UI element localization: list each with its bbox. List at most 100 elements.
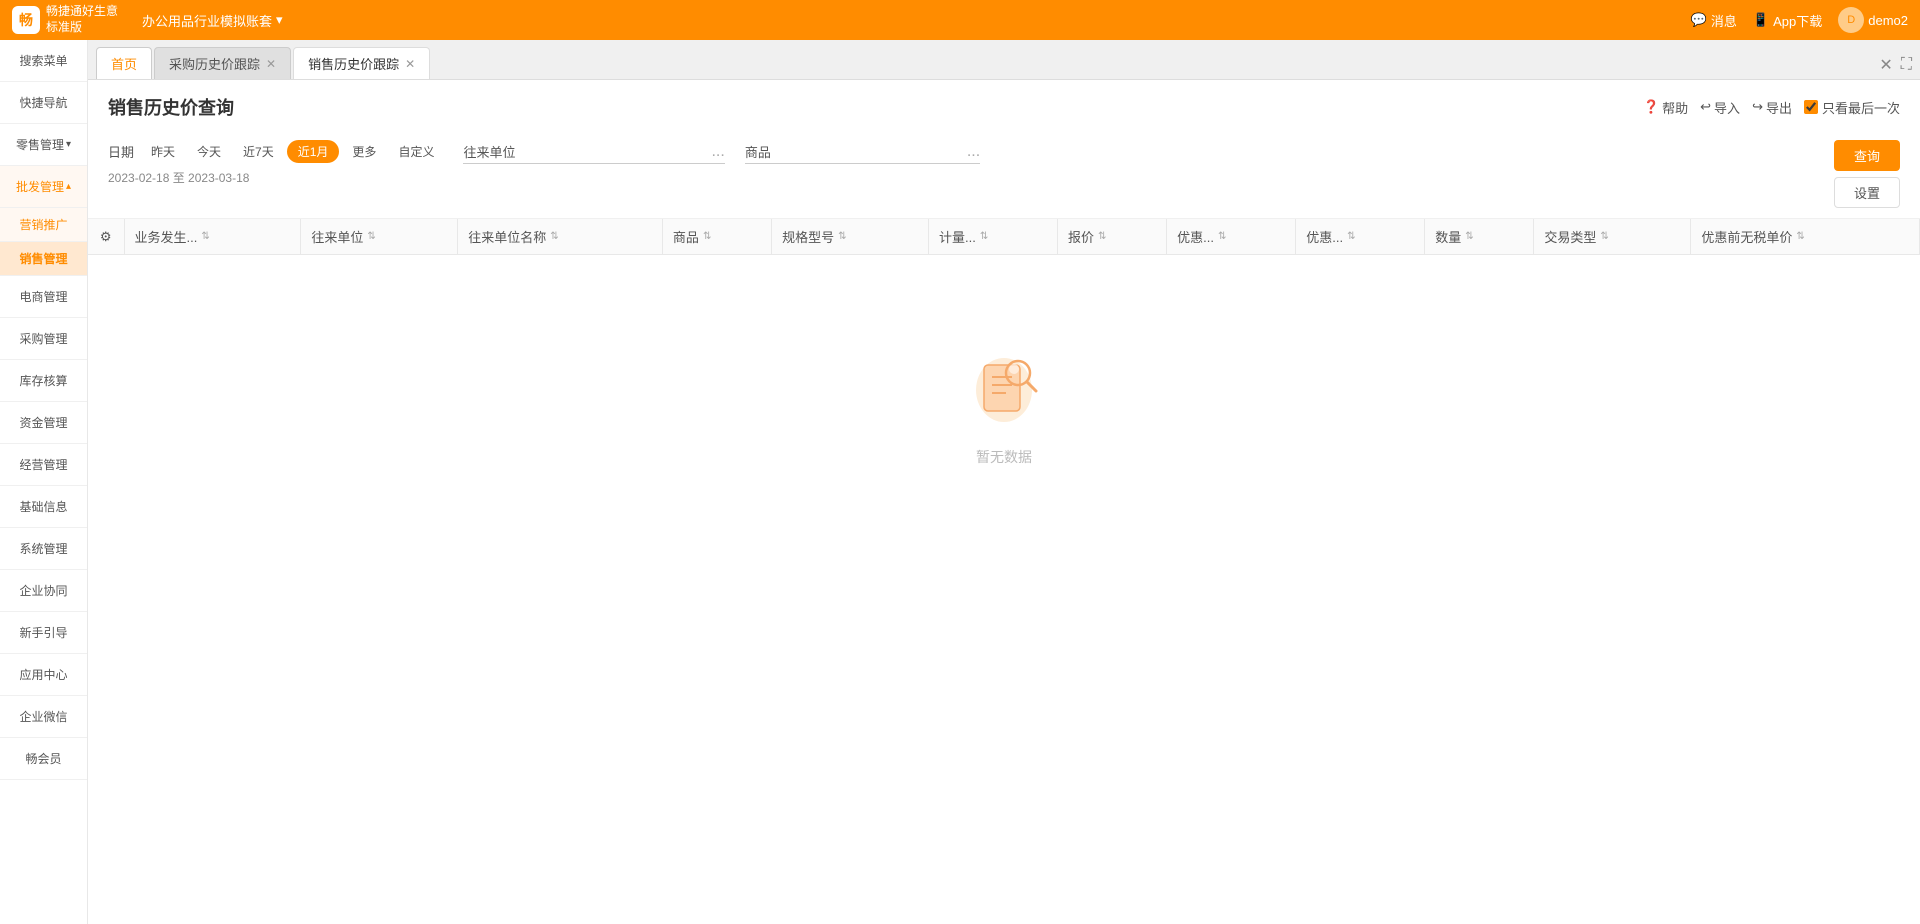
page-header-actions: ❓ 帮助 ↩ 导入 ↪ 导出 只看最后一次 [1643,98,1900,117]
sidebar-item-finance[interactable]: 资金管理 [0,402,87,444]
sort-icon: ⇅ [1098,231,1106,242]
data-table: ⚙ 业务发生... ⇅ 往来单位 [88,219,1920,255]
tab-home[interactable]: 首页 [96,47,152,79]
sidebar-item-sales-mgmt[interactable]: 销售管理 [0,242,87,276]
sidebar-item-inventory[interactable]: 库存核算 [0,360,87,402]
page-content: 销售历史价查询 ❓ 帮助 ↩ 导入 ↪ 导出 [88,80,1920,924]
partner-filter-label: 往来单位 [463,142,515,161]
main-layout: 搜索菜单 快捷导航 零售管理 ▾ 批发管理 ▴ 营销推广 销售管理 电商管理 采… [0,40,1920,924]
sidebar-item-quick-nav[interactable]: 快捷导航 [0,82,87,124]
date-filter-col: 日期 昨天 今天 近7天 近1月 更多 自定义 2023-02-18 至 202… [108,140,443,186]
sort-icon: ⇅ [201,231,209,242]
col-partner-code[interactable]: 往来单位 ⇅ [301,219,458,255]
tab-bar-actions: ✕ ⛶ [1879,55,1912,79]
col-quote[interactable]: 报价 ⇅ [1058,219,1167,255]
empty-state: 暂无数据 [88,255,1920,547]
col-goods[interactable]: 商品 ⇅ [662,219,771,255]
sidebar-item-retail[interactable]: 零售管理 ▾ [0,124,87,166]
col-qty[interactable]: 数量 ⇅ [1425,219,1534,255]
sidebar-item-corp-wechat[interactable]: 企业微信 [0,696,87,738]
settings-icon: ⚙ [100,229,112,244]
filter-row: 日期 昨天 今天 近7天 近1月 更多 自定义 2023-02-18 至 202… [88,130,1920,219]
sort-icon: ⇅ [1796,231,1804,242]
help-btn[interactable]: ❓ 帮助 [1643,98,1688,117]
sidebar-item-basic-info[interactable]: 基础信息 [0,486,87,528]
date-last1m-btn[interactable]: 近1月 [287,140,340,163]
goods-dots-btn[interactable]: ... [967,143,980,161]
app-download-btn[interactable]: 📱 App下载 [1753,11,1822,30]
date-more-btn[interactable]: 更多 [343,140,385,163]
col-discount1[interactable]: 优惠... ⇅ [1167,219,1296,255]
goods-filter-label: 商品 [745,142,771,161]
col-unit[interactable]: 计量... ⇅ [928,219,1057,255]
goods-filter: 商品 ... [745,140,980,164]
help-icon: ❓ [1643,99,1659,115]
col-trade-type[interactable]: 交易类型 ⇅ [1534,219,1691,255]
only-last-checkbox[interactable] [1804,100,1818,114]
logo-area: 畅 畅捷通好生意 标准版 [12,4,118,35]
sidebar-item-sys-mgmt[interactable]: 系统管理 [0,528,87,570]
chevron-up-icon: ▴ [66,181,71,192]
date-last7-btn[interactable]: 近7天 [234,140,283,163]
tab-purchase-history[interactable]: 采购历史价跟踪 ✕ [154,47,291,79]
user-menu[interactable]: D demo2 [1838,7,1908,33]
col-partner-name[interactable]: 往来单位名称 ⇅ [458,219,663,255]
sidebar-item-new-guide[interactable]: 新手引导 [0,612,87,654]
only-last-checkbox-label[interactable]: 只看最后一次 [1804,98,1900,117]
export-icon: ↪ [1752,99,1763,115]
empty-illustration [954,335,1054,435]
sidebar-item-ecommerce[interactable]: 电商管理 [0,276,87,318]
col-discount2[interactable]: 优惠... ⇅ [1296,219,1425,255]
top-bar-right: 💬 消息 📱 App下载 D demo2 [1691,7,1908,33]
maximize-btn[interactable]: ⛶ [1901,56,1912,74]
close-purchase-history-icon[interactable]: ✕ [266,58,276,70]
goods-input[interactable] [779,144,959,159]
tab-sales-history[interactable]: 销售历史价跟踪 ✕ [293,47,430,79]
download-icon: 📱 [1753,12,1769,28]
date-filter-label: 日期 [108,142,134,161]
sidebar-item-vip[interactable]: 畅会员 [0,738,87,780]
col-settings[interactable]: ⚙ [88,219,124,255]
message-btn[interactable]: 💬 消息 [1691,11,1737,30]
sidebar-item-corp-collab[interactable]: 企业协同 [0,570,87,612]
export-btn[interactable]: ↪ 导出 [1752,98,1792,117]
message-icon: 💬 [1691,12,1707,28]
sidebar-item-app-center[interactable]: 应用中心 [0,654,87,696]
date-yesterday-btn[interactable]: 昨天 [142,140,184,163]
col-biz-date[interactable]: 业务发生... ⇅ [124,219,301,255]
page-title: 销售历史价查询 [108,94,234,120]
sort-icon: ⇅ [703,231,711,242]
import-icon: ↩ [1700,99,1711,115]
settings-btn[interactable]: 设置 [1834,177,1900,208]
date-custom-btn[interactable]: 自定义 [389,140,443,163]
app-selector[interactable]: 办公用品行业模拟账套 ▾ [142,11,283,30]
sort-icon: ⇅ [367,231,375,242]
col-pre-tax[interactable]: 优惠前无税单价 ⇅ [1691,219,1920,255]
sort-icon: ⇅ [550,231,558,242]
sidebar: 搜索菜单 快捷导航 零售管理 ▾ 批发管理 ▴ 营销推广 销售管理 电商管理 采… [0,40,88,924]
page-header-row: 销售历史价查询 ❓ 帮助 ↩ 导入 ↪ 导出 [88,80,1920,130]
sort-icon: ⇅ [1600,231,1608,242]
sidebar-item-marketing[interactable]: 营销推广 [0,208,87,242]
tab-bar: 首页 采购历史价跟踪 ✕ 销售历史价跟踪 ✕ ✕ ⛶ [88,40,1920,80]
sidebar-item-purchase[interactable]: 采购管理 [0,318,87,360]
content-area: 首页 采购历史价跟踪 ✕ 销售历史价跟踪 ✕ ✕ ⛶ 销售历史价查询 [88,40,1920,924]
close-tab-btn[interactable]: ✕ [1879,55,1892,75]
close-sales-history-icon[interactable]: ✕ [405,58,415,70]
sort-icon: ⇅ [1218,231,1226,242]
date-range-text: 2023-02-18 至 2023-03-18 [108,169,249,186]
logo-icon: 畅 [12,6,40,34]
sidebar-item-operations[interactable]: 经营管理 [0,444,87,486]
partner-dots-btn[interactable]: ... [711,143,724,161]
top-bar-left: 畅 畅捷通好生意 标准版 办公用品行业模拟账套 ▾ [12,4,283,35]
date-today-btn[interactable]: 今天 [188,140,230,163]
partner-input[interactable] [523,144,703,159]
empty-text: 暂无数据 [976,447,1032,467]
sidebar-item-search-menu[interactable]: 搜索菜单 [0,40,87,82]
col-spec[interactable]: 规格型号 ⇅ [772,219,929,255]
table-container: ⚙ 业务发生... ⇅ 往来单位 [88,219,1920,547]
sidebar-item-wholesale[interactable]: 批发管理 ▴ [0,166,87,208]
import-btn[interactable]: ↩ 导入 [1700,98,1740,117]
query-btn[interactable]: 查询 [1834,140,1900,171]
sort-icon: ⇅ [1465,231,1473,242]
